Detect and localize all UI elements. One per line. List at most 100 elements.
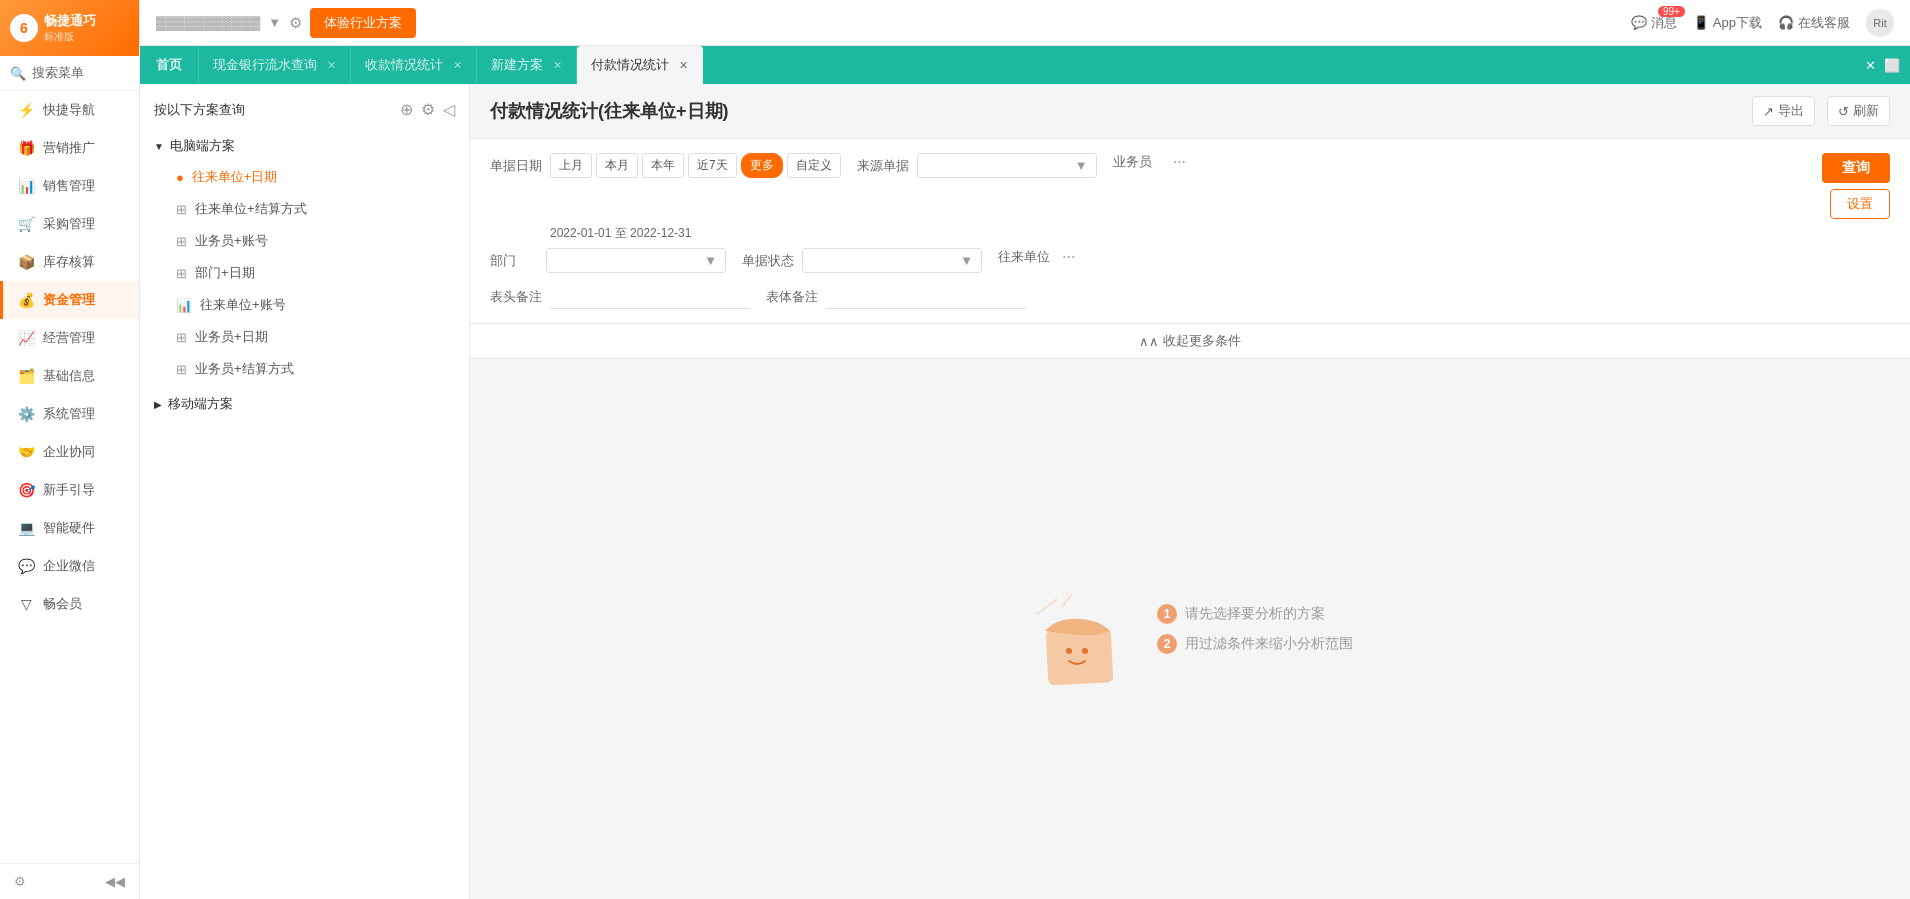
sidebar-item-label: 智能硬件	[43, 519, 95, 537]
empty-hint-2: 2 用过滤条件来缩小分析范围	[1157, 634, 1353, 654]
scheme-item-unit-date[interactable]: ● 往来单位+日期	[140, 161, 469, 193]
filter-panel-header-actions: ⊕ ⚙ ◁	[400, 100, 455, 119]
sidebar-item-operation[interactable]: 📈 经营管理	[0, 319, 139, 357]
doc-status-select[interactable]: ▼	[802, 248, 982, 273]
tabbar-actions: ✕ ⬜	[1855, 46, 1910, 84]
scheme-staff-account-icon: ⊞	[176, 234, 187, 249]
query-form: 单据日期 上月 本月 本年 近7天 更多 自定义 来源单据	[470, 139, 1910, 324]
sidebar-item-system[interactable]: ⚙️ 系统管理	[0, 395, 139, 433]
sidebar-item-member[interactable]: ▽ 畅会员	[0, 585, 139, 623]
staff-dots-button[interactable]: ···	[1169, 153, 1190, 171]
scheme-item-staff-date[interactable]: ⊞ 业务员+日期	[140, 321, 469, 353]
desktop-section-title[interactable]: ▼ 电脑端方案	[140, 131, 469, 161]
date-btn-7days[interactable]: 近7天	[688, 153, 737, 178]
page-header-actions: ↗ 导出 ↺ 刷新	[1752, 96, 1890, 126]
staff-group: 业务员 ···	[1113, 153, 1190, 171]
system-icon: ⚙️	[17, 406, 35, 422]
dept-select[interactable]: ▼	[546, 248, 726, 273]
head-note-label: 表头备注	[490, 288, 542, 306]
tab-receipt-stats-close-icon[interactable]: ✕	[453, 59, 462, 72]
tab-payment-stats-label: 付款情况统计	[591, 56, 669, 74]
export-button[interactable]: ↗ 导出	[1752, 96, 1815, 126]
head-note-input[interactable]	[550, 285, 750, 309]
sidebar-item-quick-nav[interactable]: ⚡ 快捷导航	[0, 91, 139, 129]
date-btn-this-year[interactable]: 本年	[642, 153, 684, 178]
sidebar-item-finance[interactable]: 💰 资金管理	[0, 281, 139, 319]
search-menu[interactable]: 🔍 搜索菜单	[0, 56, 139, 91]
sidebar-item-sales[interactable]: 📊 销售管理	[0, 167, 139, 205]
add-scheme-icon[interactable]: ⊕	[400, 100, 413, 119]
tab-payment-stats[interactable]: 付款情况统计 ✕	[577, 46, 703, 84]
scheme-item-staff-settle[interactable]: ⊞ 业务员+结算方式	[140, 353, 469, 385]
refresh-button[interactable]: ↺ 刷新	[1827, 96, 1890, 126]
scheme-item-dept-date[interactable]: ⊞ 部门+日期	[140, 257, 469, 289]
sidebar-item-marketing[interactable]: 🎁 营销推广	[0, 129, 139, 167]
setting-button[interactable]: 设置	[1830, 189, 1890, 219]
tab-new-plan[interactable]: 新建方案 ✕	[477, 46, 577, 84]
source-select[interactable]: ▼	[917, 153, 1097, 178]
date-label: 单据日期	[490, 157, 542, 175]
date-btn-last-month[interactable]: 上月	[550, 153, 592, 178]
sidebar-item-hardware[interactable]: 💻 智能硬件	[0, 509, 139, 547]
tab-cash-flow-close-icon[interactable]: ✕	[327, 59, 336, 72]
topbar-right: 💬 消息 99+ 📱 App下载 🎧 在线客服 Rit	[1631, 9, 1894, 37]
member-icon: ▽	[17, 596, 35, 612]
scheme-item-staff-account[interactable]: ⊞ 业务员+账号	[140, 225, 469, 257]
scheme-staff-settle-icon: ⊞	[176, 362, 187, 377]
mobile-section-title[interactable]: ▶ 移动端方案	[140, 389, 469, 419]
sidebar-item-label: 畅会员	[43, 595, 82, 613]
footer-settings-icon[interactable]: ⚙	[14, 874, 26, 889]
sidebar-item-wechat[interactable]: 💬 企业微信	[0, 547, 139, 585]
dropdown-arrow-icon[interactable]: ▼	[268, 15, 281, 30]
avatar[interactable]: Rit	[1866, 9, 1894, 37]
collapse-button[interactable]: ∧∧ 收起更多条件	[1139, 332, 1241, 350]
maximize-icon[interactable]: ⬜	[1884, 58, 1900, 73]
tab-home[interactable]: 首页	[140, 46, 199, 84]
marketing-icon: 🎁	[17, 140, 35, 156]
sidebar-item-label: 营销推广	[43, 139, 95, 157]
unit-dots-button[interactable]: ···	[1058, 248, 1079, 266]
sidebar-item-basic[interactable]: 🗂️ 基础信息	[0, 357, 139, 395]
tab-cash-flow[interactable]: 现金银行流水查询 ✕	[199, 46, 351, 84]
trial-button[interactable]: 体验行业方案	[310, 8, 416, 38]
main-area: ▓▓▓▓▓▓▓▓▓▓▓ ▼ ⚙ 体验行业方案 💬 消息 99+ 📱 App下载 …	[140, 0, 1910, 899]
tab-payment-stats-close-icon[interactable]: ✕	[679, 59, 688, 72]
sidebar-item-inventory[interactable]: 📦 库存核算	[0, 243, 139, 281]
online-service-button[interactable]: 🎧 在线客服	[1778, 14, 1850, 32]
query-button[interactable]: 查询	[1822, 153, 1890, 183]
app-version: 标准版	[44, 30, 96, 44]
form-row-1: 单据日期 上月 本月 本年 近7天 更多 自定义 来源单据	[490, 153, 1890, 219]
date-btn-more[interactable]: 更多	[741, 153, 783, 178]
sidebar-item-guide[interactable]: 🎯 新手引导	[0, 471, 139, 509]
settings-gear-icon[interactable]: ⚙	[289, 14, 302, 32]
source-group: 来源单据 ▼	[857, 153, 1097, 178]
tab-new-plan-close-icon[interactable]: ✕	[553, 59, 562, 72]
sidebar-item-label: 采购管理	[43, 215, 95, 233]
scheme-settings-icon[interactable]: ⚙	[421, 100, 435, 119]
svg-line-0	[1037, 599, 1057, 614]
dept-label: 部门	[490, 252, 538, 270]
close-all-icon[interactable]: ✕	[1865, 58, 1876, 73]
sidebar-item-enterprise[interactable]: 🤝 企业协同	[0, 433, 139, 471]
collapse-panel-icon[interactable]: ◁	[443, 100, 455, 119]
scheme-staff-date-icon: ⊞	[176, 330, 187, 345]
form-row-3: 表头备注 表体备注	[490, 285, 1890, 309]
app-download-button[interactable]: 📱 App下载	[1693, 14, 1762, 32]
date-btn-custom[interactable]: 自定义	[787, 153, 841, 178]
scheme-item-unit-account[interactable]: 📊 往来单位+账号	[140, 289, 469, 321]
sidebar-item-purchase[interactable]: 🛒 采购管理	[0, 205, 139, 243]
doc-status-label: 单据状态	[742, 252, 794, 270]
scheme-dept-date-label: 部门+日期	[195, 264, 255, 282]
sidebar-item-label: 新手引导	[43, 481, 95, 499]
footer-collapse-icon[interactable]: ◀◀	[105, 874, 125, 889]
tab-receipt-stats[interactable]: 收款情况统计 ✕	[351, 46, 477, 84]
body-note-input[interactable]	[826, 285, 1026, 309]
date-btn-this-month[interactable]: 本月	[596, 153, 638, 178]
mobile-scheme-section: ▶ 移动端方案	[140, 389, 469, 419]
doc-status-group: 单据状态 ▼	[742, 248, 982, 273]
hardware-icon: 💻	[17, 520, 35, 536]
scheme-item-unit-settle[interactable]: ⊞ 往来单位+结算方式	[140, 193, 469, 225]
enterprise-icon: 🤝	[17, 444, 35, 460]
messages-button[interactable]: 💬 消息 99+	[1631, 14, 1677, 32]
sidebar-item-label: 企业协同	[43, 443, 95, 461]
